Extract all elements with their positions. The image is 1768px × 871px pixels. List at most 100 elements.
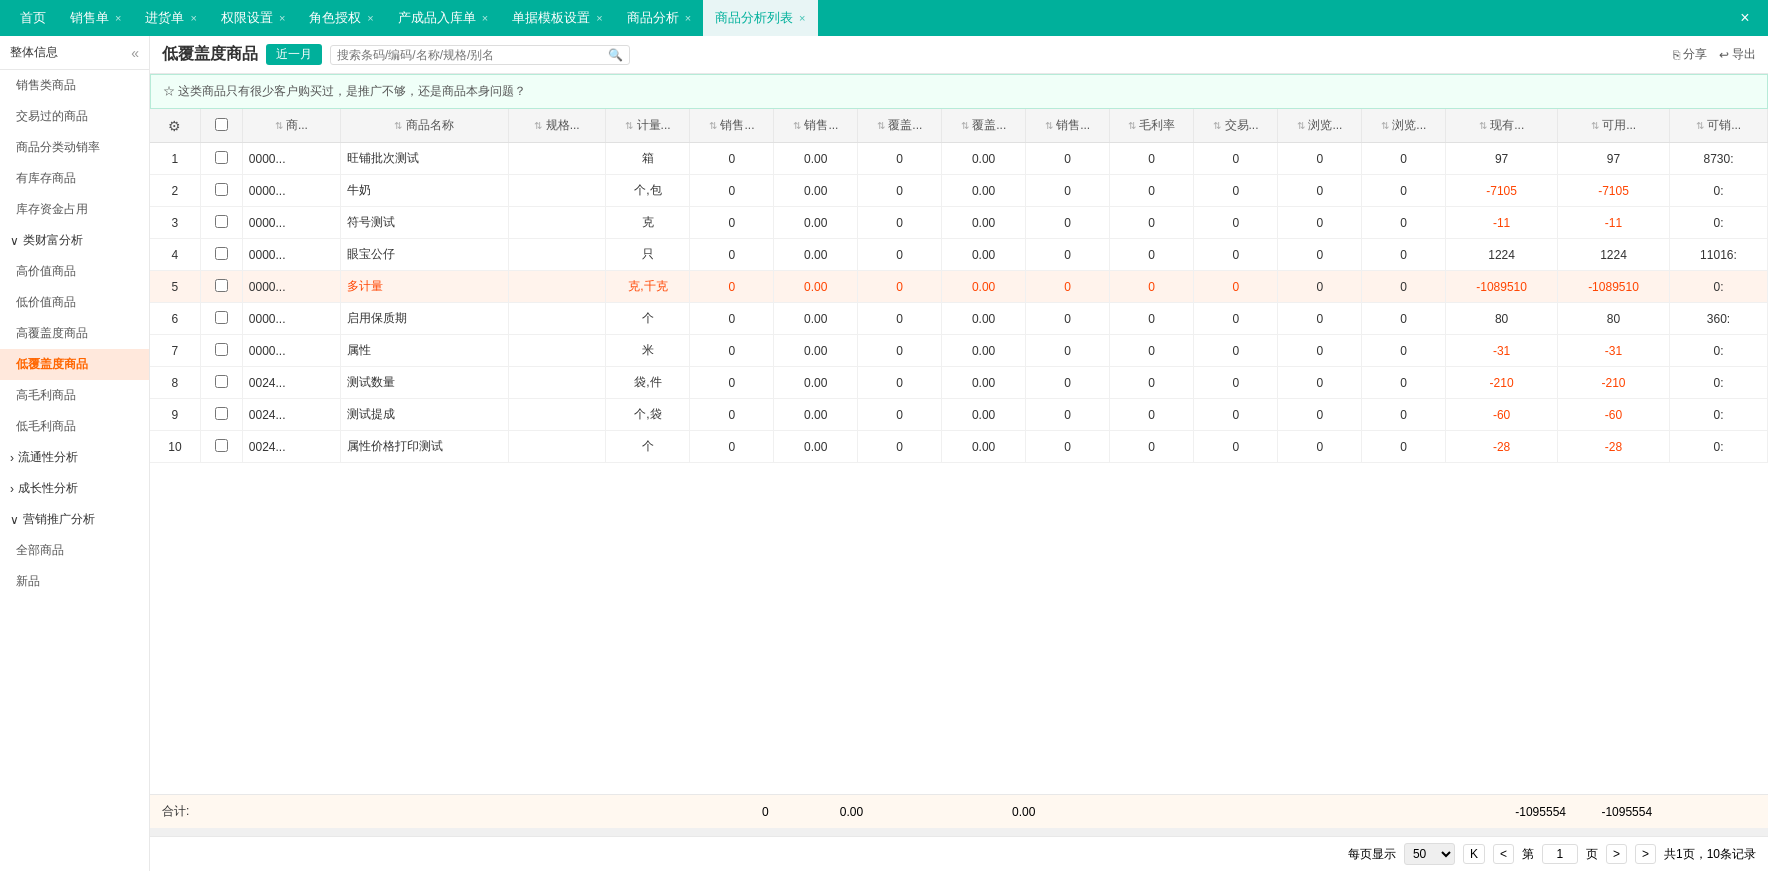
table-cell[interactable] <box>200 367 242 399</box>
sidebar-item[interactable]: 低覆盖度商品 <box>0 349 149 380</box>
table-cell: 0 <box>1362 367 1446 399</box>
column-header-sale3[interactable]: ⇅ 销售... <box>1026 109 1110 143</box>
search-input[interactable] <box>337 48 604 62</box>
nav-close-icon[interactable]: × <box>482 12 488 24</box>
table-cell[interactable] <box>200 431 242 463</box>
table-cell[interactable]: 0 <box>1278 431 1362 463</box>
sidebar-item[interactable]: 低价值商品 <box>0 287 149 318</box>
column-header-code[interactable]: ⇅ 商... <box>242 109 340 143</box>
share-button[interactable]: ⎘ 分享 <box>1673 46 1707 63</box>
nav-item-角色授权[interactable]: 角色授权× <box>297 0 385 36</box>
table-cell[interactable]: 0 <box>1278 399 1362 431</box>
sidebar-item[interactable]: 高覆盖度商品 <box>0 318 149 349</box>
nav-close-icon[interactable]: × <box>596 12 602 24</box>
column-header-stock_sale[interactable]: ⇅ 可销... <box>1669 109 1767 143</box>
table-cell[interactable]: 0 <box>1278 143 1362 175</box>
sidebar-group3-label[interactable]: › 流通性分析 <box>0 442 149 473</box>
horizontal-scrollbar[interactable] <box>150 828 1768 836</box>
table-cell: 0 <box>1194 399 1278 431</box>
sidebar-item[interactable]: 新品 <box>0 566 149 597</box>
nav-close-icon[interactable]: × <box>190 12 196 24</box>
sidebar-item[interactable]: 交易过的商品 <box>0 101 149 132</box>
table-cell[interactable] <box>200 303 242 335</box>
sidebar-item[interactable]: 商品分类动销率 <box>0 132 149 163</box>
sidebar-item[interactable]: 库存资金占用 <box>0 194 149 225</box>
column-header-cover2[interactable]: ⇅ 覆盖... <box>942 109 1026 143</box>
table-cell[interactable]: 0 <box>1278 207 1362 239</box>
table-cell[interactable] <box>200 271 242 303</box>
sidebar-group5-label[interactable]: ∨ 营销推广分析 <box>0 504 149 535</box>
table-cell: 0 <box>690 271 774 303</box>
column-header-stock_avail[interactable]: ⇅ 可用... <box>1558 109 1670 143</box>
column-header-sale_qty[interactable]: ⇅ 销售... <box>690 109 774 143</box>
sidebar-group4-label[interactable]: › 成长性分析 <box>0 473 149 504</box>
sidebar-group2-label[interactable]: ∨ 类财富分析 <box>0 225 149 256</box>
sidebar-item[interactable]: 销售类商品 <box>0 70 149 101</box>
column-header-stock_now[interactable]: ⇅ 现有... <box>1446 109 1558 143</box>
search-icon[interactable]: 🔍 <box>608 48 623 62</box>
column-header-view1[interactable]: ⇅ 浏览... <box>1278 109 1362 143</box>
page-number-input[interactable] <box>1542 844 1578 864</box>
table-cell[interactable]: 0 <box>1278 303 1362 335</box>
nav-close-icon[interactable]: × <box>115 12 121 24</box>
table-cell[interactable]: 0 <box>1278 335 1362 367</box>
column-header-checkbox[interactable] <box>200 109 242 143</box>
per-page-select[interactable]: 50 100 200 <box>1404 843 1455 865</box>
table-cell[interactable]: 0 <box>1278 175 1362 207</box>
select-all-checkbox[interactable] <box>215 118 228 131</box>
sidebar-item[interactable]: 高毛利商品 <box>0 380 149 411</box>
column-header-sale_amt[interactable]: ⇅ 销售... <box>774 109 858 143</box>
sidebar-header-label: 整体信息 <box>10 44 58 61</box>
column-header-gross[interactable]: ⇅ 毛利率 <box>1109 109 1193 143</box>
nav-item-进货单[interactable]: 进货单× <box>133 0 208 36</box>
table-cell[interactable] <box>200 175 242 207</box>
sidebar-item[interactable]: 全部商品 <box>0 535 149 566</box>
nav-item-销售单[interactable]: 销售单× <box>58 0 133 36</box>
sidebar-header[interactable]: 整体信息 « <box>0 36 149 70</box>
table-cell[interactable]: 0 <box>1278 271 1362 303</box>
table-cell[interactable] <box>200 335 242 367</box>
column-header-trade[interactable]: ⇅ 交易... <box>1194 109 1278 143</box>
next-page-button[interactable]: > <box>1606 844 1627 864</box>
nav-close-icon[interactable]: × <box>367 12 373 24</box>
nav-item-产成品入库单[interactable]: 产成品入库单× <box>386 0 500 36</box>
table-cell: 0 <box>1109 239 1193 271</box>
nav-item-商品分析[interactable]: 商品分析× <box>615 0 703 36</box>
window-close-button[interactable]: × <box>1730 3 1760 33</box>
table-cell[interactable] <box>200 143 242 175</box>
table-cell: 0 <box>1194 271 1278 303</box>
export-button[interactable]: ↩ 导出 <box>1719 46 1756 63</box>
table-container[interactable]: ⚙⇅ 商...⇅ 商品名称⇅ 规格...⇅ 计量...⇅ 销售...⇅ 销售..… <box>150 109 1768 794</box>
column-header-spec[interactable]: ⇅ 规格... <box>508 109 606 143</box>
table-cell: 0 <box>1194 143 1278 175</box>
info-banner: ☆ 这类商品只有很少客户购买过，是推广不够，还是商品本身问题？ <box>150 74 1768 109</box>
table-cell[interactable]: 0 <box>1278 367 1362 399</box>
nav-close-icon[interactable]: × <box>279 12 285 24</box>
nav-close-icon[interactable]: × <box>799 12 805 24</box>
last-page-button[interactable]: > <box>1635 844 1656 864</box>
nav-item-权限设置[interactable]: 权限设置× <box>209 0 297 36</box>
column-header-unit[interactable]: ⇅ 计量... <box>606 109 690 143</box>
sidebar-item[interactable]: 低毛利商品 <box>0 411 149 442</box>
column-header-settings[interactable]: ⚙ <box>150 109 200 143</box>
table-cell[interactable] <box>200 239 242 271</box>
first-page-button[interactable]: K <box>1463 844 1485 864</box>
prev-page-button[interactable]: < <box>1493 844 1514 864</box>
column-header-cover1[interactable]: ⇅ 覆盖... <box>858 109 942 143</box>
table-cell[interactable] <box>200 399 242 431</box>
nav-item-首页[interactable]: 首页 <box>8 0 58 36</box>
table-cell: 8 <box>150 367 200 399</box>
nav-close-icon[interactable]: × <box>685 12 691 24</box>
column-header-name[interactable]: ⇅ 商品名称 <box>340 109 508 143</box>
nav-item-商品分析列表[interactable]: 商品分析列表× <box>703 0 817 36</box>
sidebar-item[interactable]: 有库存商品 <box>0 163 149 194</box>
sidebar-group2-expand-icon: ∨ <box>10 234 19 248</box>
nav-item-单据模板设置[interactable]: 单据模板设置× <box>500 0 614 36</box>
column-header-view2[interactable]: ⇅ 浏览... <box>1362 109 1446 143</box>
sidebar-collapse-icon[interactable]: « <box>131 45 139 61</box>
table-cell[interactable]: 0 <box>1278 239 1362 271</box>
header-actions: ⎘ 分享 ↩ 导出 <box>1673 46 1756 63</box>
table-cell[interactable] <box>200 207 242 239</box>
period-button[interactable]: 近一月 <box>266 44 322 65</box>
sidebar-item[interactable]: 高价值商品 <box>0 256 149 287</box>
